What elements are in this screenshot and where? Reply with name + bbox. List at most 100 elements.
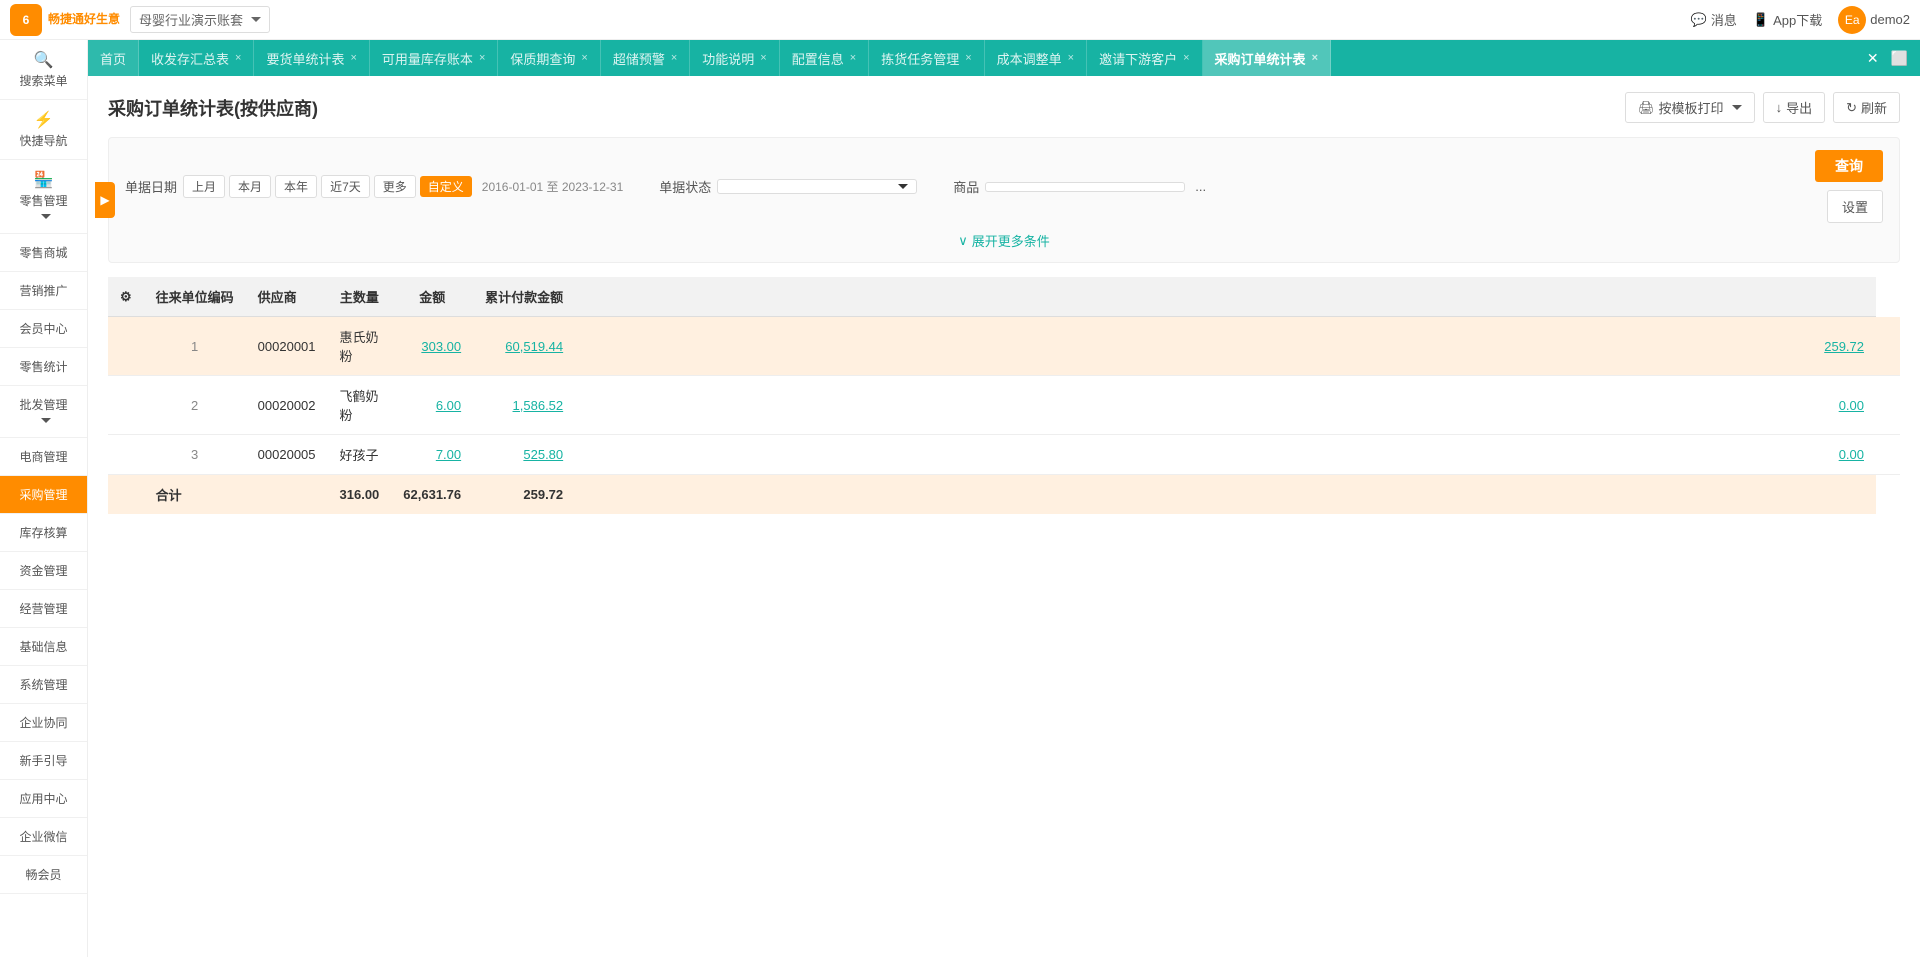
search-icon: 🔍 bbox=[4, 50, 83, 70]
top-bar-right: 💬 消息 📱 App下载 Ea demo2 bbox=[1691, 6, 1910, 34]
tab-goods-stats-close[interactable]: × bbox=[350, 52, 356, 64]
sidebar-item-search[interactable]: 🔍 搜索菜单 bbox=[0, 40, 87, 100]
export-button[interactable]: ↓ 导出 bbox=[1763, 92, 1826, 123]
sidebar-item-vip[interactable]: 畅会员 bbox=[0, 856, 87, 894]
date-btn-last-month[interactable]: 上月 bbox=[183, 175, 225, 198]
workspace-selector[interactable]: 母婴行业演示账套 bbox=[130, 6, 270, 33]
sidebar-item-basic-info[interactable]: 基础信息 bbox=[0, 628, 87, 666]
tab-close-all-btn[interactable]: ✕ bbox=[1863, 48, 1883, 69]
sidebar-item-enterprise-collab[interactable]: 企业协同 bbox=[0, 704, 87, 742]
tab-invite-downstream[interactable]: 邀请下游客户 × bbox=[1087, 40, 1202, 76]
refresh-icon: ↻ bbox=[1846, 100, 1857, 116]
sidebar-item-system[interactable]: 系统管理 bbox=[0, 666, 87, 704]
tab-invite-downstream-close[interactable]: × bbox=[1183, 52, 1189, 64]
sidebar-item-quick-nav[interactable]: ⚡ 快捷导航 bbox=[0, 100, 87, 160]
row-gear bbox=[108, 435, 144, 475]
sidebar-item-operation[interactable]: 经营管理 bbox=[0, 590, 87, 628]
row-paid[interactable]: 259.72 bbox=[575, 317, 1876, 376]
print-icon: 🖨 bbox=[1638, 100, 1655, 116]
tab-purchase-stats-close[interactable]: × bbox=[1312, 52, 1318, 64]
goods-filter-label: 商品 bbox=[953, 177, 979, 196]
print-button[interactable]: 🖨 按模板打印 bbox=[1625, 92, 1755, 123]
user-profile[interactable]: Ea demo2 bbox=[1838, 6, 1910, 34]
footer-qty: 316.00 bbox=[328, 475, 392, 515]
tab-pick-task-close[interactable]: × bbox=[965, 52, 971, 64]
app-download-action[interactable]: 📱 App下载 bbox=[1753, 10, 1822, 29]
sidebar-item-retail-mgmt[interactable]: 🏪 零售管理 bbox=[0, 160, 87, 234]
tab-overstock[interactable]: 超储预警 × bbox=[601, 40, 690, 76]
date-btn-7days[interactable]: 近7天 bbox=[321, 175, 370, 198]
date-btn-this-month[interactable]: 本月 bbox=[229, 175, 271, 198]
message-label: 消息 bbox=[1711, 10, 1737, 29]
logo-area: 6 畅捷通好生意 bbox=[10, 4, 120, 36]
tab-purchase-stats[interactable]: 采购订单统计表 × bbox=[1203, 40, 1331, 76]
tab-function-desc-close[interactable]: × bbox=[760, 52, 766, 64]
sidebar-item-enterprise-wechat-label: 企业微信 bbox=[4, 828, 83, 845]
wholesale-mgmt-expand-icon bbox=[41, 418, 51, 423]
sidebar-item-search-label: 搜索菜单 bbox=[4, 72, 83, 89]
tab-goods-stats[interactable]: 要货单统计表 × bbox=[254, 40, 369, 76]
sidebar-item-enterprise-wechat[interactable]: 企业微信 bbox=[0, 818, 87, 856]
row-paid[interactable]: 0.00 bbox=[575, 376, 1876, 435]
sidebar-item-retail-stats[interactable]: 零售统计 bbox=[0, 348, 87, 386]
expand-btn[interactable]: ∨ 展开更多条件 bbox=[958, 231, 1050, 250]
tab-maximize-btn[interactable]: ⬜ bbox=[1887, 48, 1912, 69]
query-button[interactable]: 查询 bbox=[1815, 150, 1883, 182]
tab-available-stock[interactable]: 可用量库存账本 × bbox=[370, 40, 498, 76]
sidebar-item-ecommerce[interactable]: 电商管理 bbox=[0, 438, 87, 476]
sidebar-item-finance[interactable]: 资金管理 bbox=[0, 552, 87, 590]
row-supplier: 好孩子 bbox=[328, 435, 392, 475]
status-filter-label: 单据状态 bbox=[659, 177, 711, 196]
filter-status-item: 单据状态 bbox=[659, 177, 917, 196]
row-qty[interactable]: 6.00 bbox=[391, 376, 473, 435]
sidebar-item-member-center[interactable]: 会员中心 bbox=[0, 310, 87, 348]
sidebar-item-retail-shop[interactable]: 零售商城 bbox=[0, 234, 87, 272]
sidebar-item-new-guide[interactable]: 新手引导 bbox=[0, 742, 87, 780]
refresh-button[interactable]: ↻ 刷新 bbox=[1833, 92, 1900, 123]
tab-home[interactable]: 首页 bbox=[88, 40, 139, 76]
tab-cost-adjust-close[interactable]: × bbox=[1068, 52, 1074, 64]
filter-more-btn[interactable]: ... bbox=[1191, 179, 1210, 194]
tab-receipt-summary-close[interactable]: × bbox=[235, 52, 241, 64]
tab-pick-task[interactable]: 拣货任务管理 × bbox=[869, 40, 984, 76]
tab-receipt-summary[interactable]: 收发存汇总表 × bbox=[139, 40, 254, 76]
tab-function-desc[interactable]: 功能说明 × bbox=[690, 40, 779, 76]
message-action[interactable]: 💬 消息 bbox=[1691, 10, 1737, 29]
refresh-label: 刷新 bbox=[1861, 98, 1887, 117]
tab-overstock-close[interactable]: × bbox=[671, 52, 677, 64]
settings-button[interactable]: 设置 bbox=[1827, 190, 1883, 223]
tab-config-info-label: 配置信息 bbox=[792, 49, 844, 68]
sidebar-item-app-center[interactable]: 应用中心 bbox=[0, 780, 87, 818]
tab-cost-adjust[interactable]: 成本调整单 × bbox=[985, 40, 1087, 76]
tab-config-info[interactable]: 配置信息 × bbox=[780, 40, 869, 76]
row-paid[interactable]: 0.00 bbox=[575, 435, 1876, 475]
page-content: 采购订单统计表(按供应商) 🖨 按模板打印 ↓ 导出 ↻ bbox=[88, 76, 1920, 957]
goods-input[interactable] bbox=[985, 182, 1185, 192]
date-start: 2016-01-01 bbox=[482, 180, 543, 194]
date-btn-this-year[interactable]: 本年 bbox=[275, 175, 317, 198]
date-range-display: 2016-01-01 至 2023-12-31 bbox=[482, 178, 623, 195]
sidebar-item-retail-stats-label: 零售统计 bbox=[4, 358, 83, 375]
footer-amount: 62,631.76 bbox=[391, 475, 473, 515]
tab-warranty-close[interactable]: × bbox=[581, 52, 587, 64]
row-amount[interactable]: 1,586.52 bbox=[473, 376, 575, 435]
top-bar: 6 畅捷通好生意 母婴行业演示账套 💬 消息 📱 App下载 Ea demo2 bbox=[0, 0, 1920, 40]
sidebar-item-purchase-mgmt[interactable]: 采购管理 bbox=[0, 476, 87, 514]
status-select[interactable] bbox=[717, 179, 917, 194]
footer-gear bbox=[108, 475, 144, 515]
tab-available-stock-close[interactable]: × bbox=[479, 52, 485, 64]
table-gear-icon[interactable]: ⚙ bbox=[120, 289, 132, 304]
row-qty[interactable]: 7.00 bbox=[391, 435, 473, 475]
row-amount[interactable]: 525.80 bbox=[473, 435, 575, 475]
sidebar-item-wholesale-mgmt[interactable]: 批发管理 bbox=[0, 386, 87, 438]
row-amount[interactable]: 60,519.44 bbox=[473, 317, 575, 376]
sidebar-item-marketing[interactable]: 营销推广 bbox=[0, 272, 87, 310]
expand-more-row: ∨ 展开更多条件 bbox=[125, 231, 1883, 250]
filter-collapse-btn[interactable]: ▶ bbox=[95, 182, 115, 218]
row-qty[interactable]: 303.00 bbox=[391, 317, 473, 376]
tab-warranty[interactable]: 保质期查询 × bbox=[498, 40, 600, 76]
sidebar-item-inventory-check[interactable]: 库存核算 bbox=[0, 514, 87, 552]
date-btn-more[interactable]: 更多 bbox=[374, 175, 416, 198]
tab-config-info-close[interactable]: × bbox=[850, 52, 856, 64]
row-code: 00020002 bbox=[246, 376, 328, 435]
